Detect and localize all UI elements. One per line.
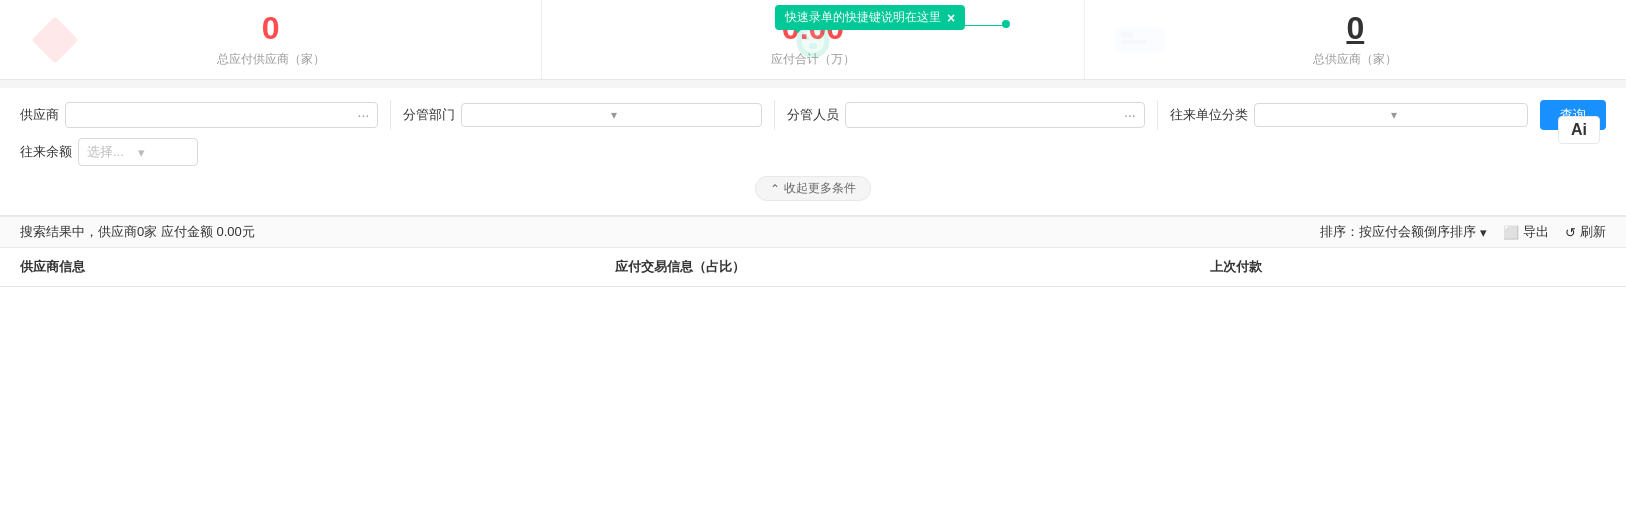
- export-label: 导出: [1523, 223, 1549, 241]
- dept-chevron-icon: ▾: [611, 108, 752, 122]
- supplier-label: 供应商: [20, 106, 59, 124]
- supplier-input-wrap[interactable]: ···: [65, 102, 378, 128]
- table-header: 供应商信息 应付交易信息（占比） 上次付款: [0, 248, 1626, 287]
- tooltip-bubble: 快速录单的快捷键说明在这里 ×: [775, 5, 965, 30]
- tooltip-line: [955, 25, 1005, 26]
- payable-suppliers-value: 0: [262, 11, 280, 46]
- stat-payable-suppliers: 0 总应付供应商（家）: [0, 0, 542, 79]
- divider-3: [1157, 100, 1158, 130]
- filter-row-2: 往来余额 选择... ▾: [20, 138, 1606, 166]
- total-suppliers-label: 总供应商（家）: [1313, 51, 1397, 68]
- svg-point-7: [817, 36, 822, 41]
- dept-field: 分管部门 ▾: [403, 103, 761, 127]
- unit-class-field: 往来单位分类 ▾: [1170, 103, 1528, 127]
- balance-select[interactable]: 选择... ▾: [78, 138, 198, 166]
- stat-total-suppliers: 0 总供应商（家）: [1085, 0, 1626, 79]
- unit-class-label: 往来单位分类: [1170, 106, 1248, 124]
- person-dots-icon[interactable]: ···: [1124, 107, 1136, 123]
- svg-point-5: [802, 30, 825, 53]
- main-content: 供应商 ··· 分管部门 ▾ 分管人员: [0, 80, 1626, 515]
- collapse-button[interactable]: ⌃ 收起更多条件: [755, 176, 871, 201]
- supplier-input[interactable]: [74, 108, 358, 123]
- refresh-label: 刷新: [1580, 223, 1606, 241]
- filter-bar: 供应商 ··· 分管部门 ▾ 分管人员: [0, 88, 1626, 216]
- tooltip-close[interactable]: ×: [947, 10, 955, 26]
- dept-select[interactable]: ▾: [461, 103, 761, 127]
- refresh-button[interactable]: ↺ 刷新: [1565, 223, 1606, 241]
- stats-bar: 0 总应付供应商（家） 0.00 应付合计（万） 快速录单的快捷键说明在这里 ×: [0, 0, 1626, 80]
- sort-label: 排序：按应付会额倒序排序: [1320, 223, 1476, 241]
- svg-rect-10: [1121, 32, 1134, 37]
- stat-payable-total: 0.00 应付合计（万） 快速录单的快捷键说明在这里 ×: [542, 0, 1084, 79]
- results-bar: 搜索结果中，供应商0家 应付金额 0.00元 排序：按应付会额倒序排序 ▾ ⬜ …: [0, 216, 1626, 248]
- unit-class-chevron-icon: ▾: [1391, 108, 1519, 122]
- balance-chevron-icon: ▾: [138, 145, 189, 160]
- collapse-label: 收起更多条件: [784, 180, 856, 197]
- sort-select[interactable]: 排序：按应付会额倒序排序 ▾: [1320, 223, 1487, 241]
- divider-2: [774, 100, 775, 130]
- table-body: [0, 287, 1626, 515]
- svg-rect-11: [1121, 40, 1146, 44]
- sort-chevron-icon: ▾: [1480, 225, 1487, 240]
- results-summary: 搜索结果中，供应商0家 应付金额 0.00元: [20, 223, 255, 241]
- col-transaction-header: 应付交易信息（占比）: [615, 258, 1210, 276]
- payable-suppliers-label: 总应付供应商（家）: [217, 51, 325, 68]
- svg-point-6: [805, 36, 810, 41]
- export-button[interactable]: ⬜ 导出: [1503, 223, 1549, 241]
- results-actions: 排序：按应付会额倒序排序 ▾ ⬜ 导出 ↺ 刷新: [1320, 223, 1606, 241]
- dept-label: 分管部门: [403, 106, 455, 124]
- ai-badge[interactable]: Ai: [1558, 116, 1600, 144]
- person-input-wrap[interactable]: ···: [845, 102, 1145, 128]
- tooltip-text: 快速录单的快捷键说明在这里: [785, 9, 941, 26]
- export-icon: ⬜: [1503, 225, 1519, 240]
- filter-row-1: 供应商 ··· 分管部门 ▾ 分管人员: [20, 100, 1606, 130]
- col-supplier-header: 供应商信息: [20, 258, 615, 276]
- balance-placeholder: 选择...: [87, 143, 138, 161]
- supplier-dots-icon[interactable]: ···: [358, 107, 370, 123]
- person-input[interactable]: [854, 108, 1125, 123]
- tooltip-dot: [1002, 20, 1010, 28]
- col-last-payment-header: 上次付款: [1210, 258, 1607, 276]
- collapse-up-icon: ⌃: [770, 182, 780, 196]
- diamond-icon: [30, 15, 80, 65]
- supplier-field: 供应商 ···: [20, 102, 378, 128]
- person-group-icon: [1115, 25, 1165, 55]
- collapse-bar: ⌃ 收起更多条件: [20, 170, 1606, 209]
- person-field: 分管人员 ···: [787, 102, 1145, 128]
- refresh-icon: ↺: [1565, 225, 1576, 240]
- total-suppliers-value: 0: [1346, 11, 1364, 46]
- unit-class-select[interactable]: ▾: [1254, 103, 1528, 127]
- balance-label: 往来余额: [20, 143, 72, 161]
- balance-field: 往来余额 选择... ▾: [20, 138, 198, 166]
- divider-1: [390, 100, 391, 130]
- person-label: 分管人员: [787, 106, 839, 124]
- svg-rect-0: [31, 16, 78, 63]
- svg-point-8: [808, 43, 817, 49]
